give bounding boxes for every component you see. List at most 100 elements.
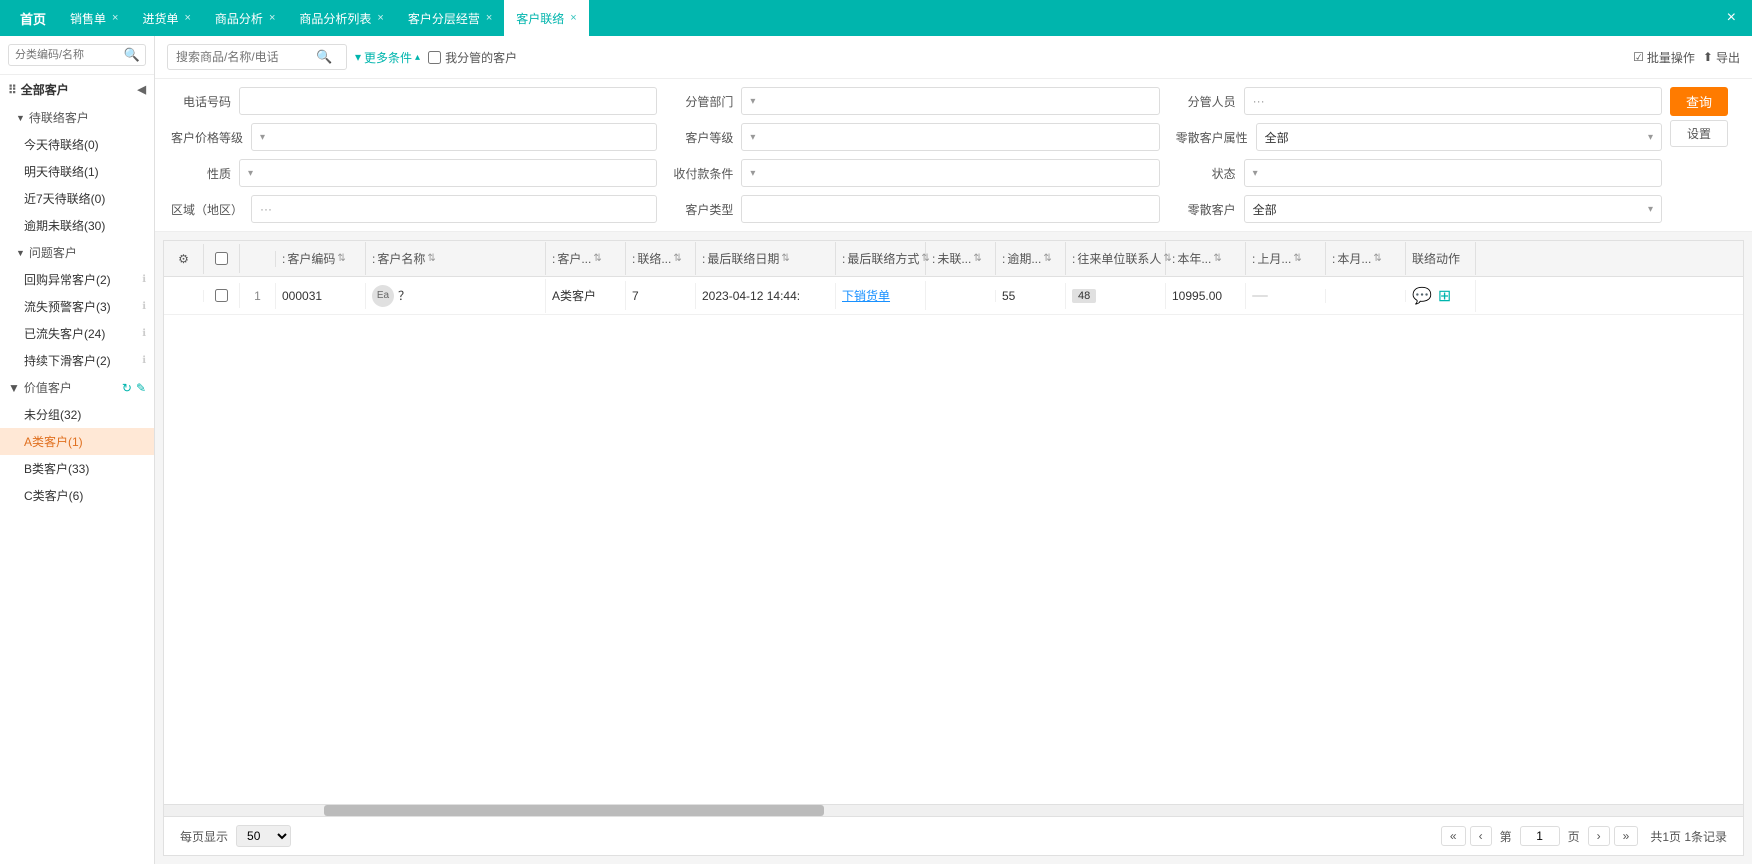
scrollbar-thumb[interactable] xyxy=(324,805,824,816)
filter-row-4: 区域（地区） ··· 客户类型 零散客户 xyxy=(171,195,1662,223)
th-type[interactable]: : 客户... ⇅ xyxy=(546,242,626,275)
th-method[interactable]: : 最后联络方式 ⇅ xyxy=(836,242,926,275)
price-level-select[interactable]: ▾ xyxy=(251,123,657,151)
region-input[interactable]: ··· xyxy=(251,195,657,223)
page-number-input[interactable] xyxy=(1520,826,1560,846)
sidebar-overdue[interactable]: 逾期未联络(30) xyxy=(0,212,154,239)
sort-lastmonth-icon[interactable]: ⇅ xyxy=(1293,253,1301,264)
first-page-btn[interactable]: « xyxy=(1441,826,1466,846)
sidebar-a-class[interactable]: A类客户(1) xyxy=(0,428,154,455)
sidebar-b-class[interactable]: B类客户(33) xyxy=(0,455,154,482)
th-code[interactable]: : 客户编码 ⇅ xyxy=(276,242,366,275)
payment-label: 收付款条件 xyxy=(673,165,733,182)
td-check[interactable] xyxy=(204,283,240,308)
phone-input[interactable] xyxy=(239,87,657,115)
sidebar-today[interactable]: 今天待联络(0) xyxy=(0,131,154,158)
sidebar-pending-contact-group[interactable]: ▼ 待联络客户 xyxy=(0,104,154,131)
edit-icon[interactable]: ✎ xyxy=(136,381,146,395)
main-search-input[interactable] xyxy=(176,50,316,64)
close-sales-order[interactable]: × xyxy=(112,12,118,24)
settings-btn[interactable]: 设置 xyxy=(1670,120,1728,147)
my-customers-check[interactable] xyxy=(428,51,441,64)
next-page-btn[interactable]: › xyxy=(1588,826,1610,846)
grid-action-icon[interactable]: ⊞ xyxy=(1438,286,1451,306)
status-select[interactable]: ▾ xyxy=(1244,159,1662,187)
nav-customer-segment[interactable]: 客户分层经营 × xyxy=(396,0,504,36)
nature-select[interactable]: ▾ xyxy=(239,159,657,187)
row-checkbox[interactable] xyxy=(215,289,228,302)
close-purchase-order[interactable]: × xyxy=(184,12,190,24)
sort-name-icon[interactable]: ⇅ xyxy=(427,253,435,264)
th-thismonth[interactable]: : 本月... ⇅ xyxy=(1326,242,1406,275)
sidebar-week[interactable]: 近7天待联络(0) xyxy=(0,185,154,212)
scatter-attr-select[interactable]: 全部 ▾ xyxy=(1256,123,1662,151)
th-year[interactable]: : 本年... ⇅ xyxy=(1166,242,1246,275)
nav-purchase-order[interactable]: 进货单 × xyxy=(130,0,202,36)
customer-type-input[interactable] xyxy=(741,195,1159,223)
sidebar-c-class[interactable]: C类客户(6) xyxy=(0,482,154,509)
th-name[interactable]: : 客户名称 ⇅ xyxy=(366,242,546,275)
page-size-select[interactable]: 50 20 100 xyxy=(236,825,291,847)
prev-page-btn[interactable]: ‹ xyxy=(1470,826,1492,846)
method-link[interactable]: 下销货单 xyxy=(842,287,890,304)
sort-type-icon[interactable]: ⇅ xyxy=(593,253,601,264)
th-settings[interactable]: ⚙ xyxy=(164,244,204,274)
refresh-icon[interactable]: ↻ xyxy=(122,381,132,395)
sort-thismonth-icon[interactable]: ⇅ xyxy=(1373,253,1381,264)
sort-contact-icon[interactable]: ⇅ xyxy=(673,253,681,264)
more-filters-btn[interactable]: ▾ 更多条件 ▴ xyxy=(355,49,420,66)
th-check xyxy=(204,244,240,273)
batch-op-btn[interactable]: ☑ 批量操作 xyxy=(1633,49,1695,66)
close-product-analysis-list[interactable]: × xyxy=(377,12,383,24)
nav-product-analysis[interactable]: 商品分析 × xyxy=(203,0,287,36)
payment-select[interactable]: ▾ xyxy=(741,159,1159,187)
sidebar-problem-customers-group[interactable]: ▼ 问题客户 xyxy=(0,239,154,266)
horizontal-scrollbar[interactable] xyxy=(164,804,1743,816)
expand-icon: ▼ xyxy=(16,113,25,123)
chat-action-icon[interactable]: 💬 xyxy=(1412,286,1432,306)
dept-select[interactable]: ▾ xyxy=(741,87,1159,115)
th-date[interactable]: : 最后联络日期 ⇅ xyxy=(696,242,836,275)
nav-home[interactable]: 首页 xyxy=(8,0,58,36)
sidebar-all-customers[interactable]: ⠿ 全部客户 ◀ xyxy=(0,75,154,104)
close-customer-contact[interactable]: × xyxy=(570,12,576,24)
customer-avatar: Ea xyxy=(372,285,394,307)
th-overdue[interactable]: : 逾期... ⇅ xyxy=(996,242,1066,275)
th-contact[interactable]: : 联络... ⇅ xyxy=(626,242,696,275)
sidebar-ungrouped[interactable]: 未分组(32) xyxy=(0,401,154,428)
sidebar-tomorrow[interactable]: 明天待联络(1) xyxy=(0,158,154,185)
query-btn[interactable]: 查询 xyxy=(1670,87,1728,116)
th-unit-contact[interactable]: : 往来单位联系人 ⇅ xyxy=(1066,242,1166,275)
td-method[interactable]: 下销货单 xyxy=(836,281,926,310)
manager-input[interactable]: ··· xyxy=(1244,87,1662,115)
select-all-checkbox[interactable] xyxy=(215,252,228,265)
sort-unlisted-icon[interactable]: ⇅ xyxy=(973,253,981,264)
info-icon-2: ℹ xyxy=(142,301,146,312)
sidebar-repeat-issue[interactable]: 回购异常客户(2) ℹ xyxy=(0,266,154,293)
collapse-sidebar-icon[interactable]: ◀ xyxy=(138,83,146,96)
nav-sales-order[interactable]: 销售单 × xyxy=(58,0,130,36)
content-area: 🔍 ▾ 更多条件 ▴ 我分管的客户 ☑ 批量操作 ⬆ 导出 xyxy=(155,36,1752,864)
export-btn[interactable]: ⬆ 导出 xyxy=(1703,49,1740,66)
sidebar-value-customers-group[interactable]: ▼ 价值客户 ↻ ✎ xyxy=(0,374,154,401)
nav-customer-contact[interactable]: 客户联络 × xyxy=(504,0,588,36)
customer-level-select[interactable]: ▾ xyxy=(741,123,1159,151)
th-unlisted[interactable]: : 未联... ⇅ xyxy=(926,242,996,275)
sidebar-lost[interactable]: 流失预警客户(3) ℹ xyxy=(0,293,154,320)
sort-year-icon[interactable]: ⇅ xyxy=(1213,253,1221,264)
sidebar-sustained-decline[interactable]: 持续下滑客户(2) ℹ xyxy=(0,347,154,374)
scatter-select[interactable]: 全部 ▾ xyxy=(1244,195,1662,223)
table-row: 1 000031 Ea ？ A类客户 7 2023-04-12 14:44: 下… xyxy=(164,277,1743,315)
gear-icon[interactable]: ⚙ xyxy=(178,252,189,266)
close-all-tabs[interactable]: × xyxy=(1719,9,1744,27)
sort-code-icon[interactable]: ⇅ xyxy=(337,253,345,264)
sidebar-churned[interactable]: 已流失客户(24) ℹ xyxy=(0,320,154,347)
close-customer-segment[interactable]: × xyxy=(486,12,492,24)
sort-overdue-icon[interactable]: ⇅ xyxy=(1043,253,1051,264)
nav-product-analysis-list[interactable]: 商品分析列表 × xyxy=(287,0,395,36)
th-lastmonth[interactable]: : 上月... ⇅ xyxy=(1246,242,1326,275)
my-customers-checkbox[interactable]: 我分管的客户 xyxy=(428,49,517,66)
last-page-btn[interactable]: » xyxy=(1614,826,1639,846)
sort-date-icon[interactable]: ⇅ xyxy=(781,253,789,264)
close-product-analysis[interactable]: × xyxy=(269,12,275,24)
